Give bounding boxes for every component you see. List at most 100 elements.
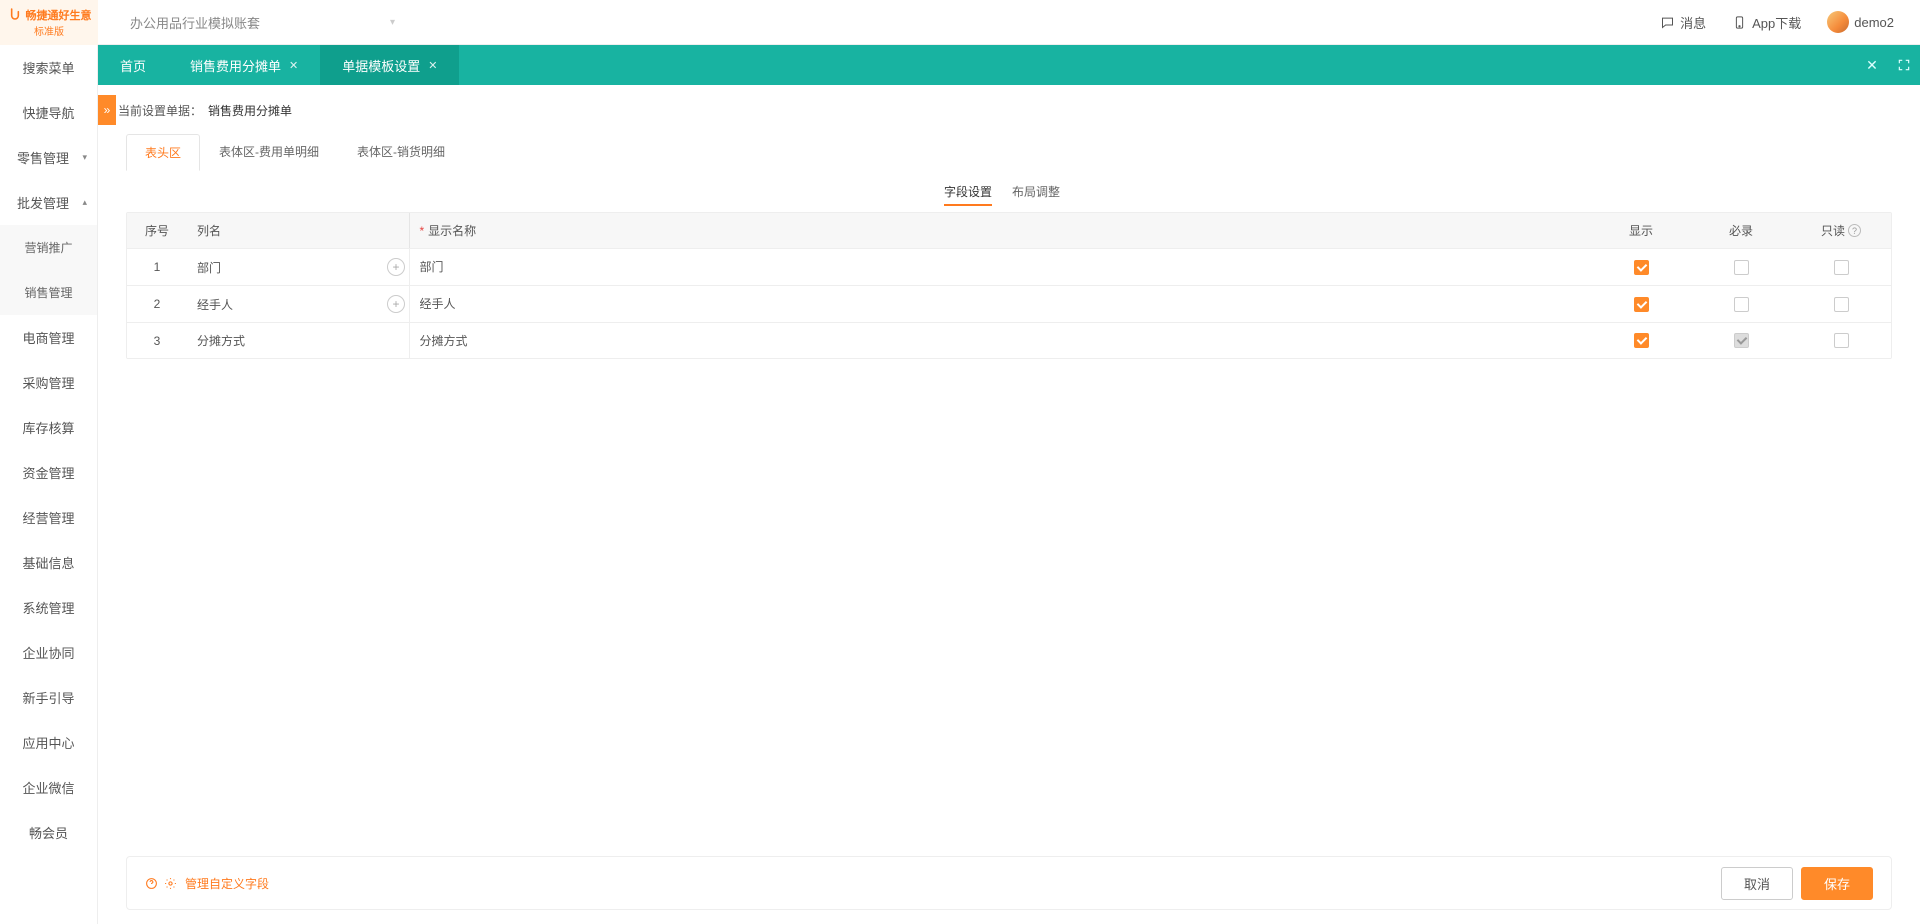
cell-add: + xyxy=(377,286,409,323)
expand-panel-button[interactable]: » xyxy=(98,95,116,125)
th-seq: 序号 xyxy=(127,213,187,249)
display-name-input[interactable] xyxy=(420,260,1582,274)
cell-readonly xyxy=(1791,249,1891,286)
cell-colname: 经手人 xyxy=(187,286,377,323)
close-icon[interactable]: ✕ xyxy=(289,59,298,72)
manage-custom-fields-link[interactable]: 管理自定义字段 xyxy=(185,875,269,892)
cell-show xyxy=(1591,323,1691,359)
brand-box: 畅捷通好生意 标准版 xyxy=(0,0,98,45)
brand-name: 畅捷通好生意 xyxy=(26,7,92,23)
cell-add: + xyxy=(377,249,409,286)
checkbox[interactable] xyxy=(1834,297,1849,312)
cell-readonly xyxy=(1791,323,1891,359)
checkbox[interactable] xyxy=(1734,260,1749,275)
sidebar-item[interactable]: 畅会员 xyxy=(0,810,97,855)
checkbox[interactable] xyxy=(1634,297,1649,312)
sub-tab[interactable]: 布局调整 xyxy=(1012,179,1060,206)
cell-show xyxy=(1591,249,1691,286)
checkbox[interactable] xyxy=(1634,260,1649,275)
inner-tabs: 表头区表体区-费用单明细表体区-销货明细 xyxy=(126,133,1906,171)
app-title-caret-icon[interactable]: ▾ xyxy=(390,17,395,28)
brand-logo-icon xyxy=(7,7,23,23)
tab-label: 首页 xyxy=(120,56,146,75)
sidebar-item[interactable]: 资金管理 xyxy=(0,450,97,495)
help-icon[interactable]: ? xyxy=(1848,224,1861,237)
sidebar-item[interactable]: 批发管理▴ xyxy=(0,180,97,225)
table-row: 3分摊方式 xyxy=(127,323,1891,359)
messages-link[interactable]: 消息 xyxy=(1660,13,1706,32)
checkbox[interactable] xyxy=(1834,333,1849,348)
sidebar-item-label: 采购管理 xyxy=(22,373,74,392)
avatar xyxy=(1827,11,1849,33)
sidebar-item[interactable]: 应用中心 xyxy=(0,720,97,765)
cell-colname: 部门 xyxy=(187,249,377,286)
table-row: 1部门+ xyxy=(127,249,1891,286)
sidebar-item[interactable]: 企业微信 xyxy=(0,765,97,810)
main: 首页 销售费用分摊单✕ 单据模板设置 ✕ ✕ » 当前设置单据： 销售费用分摊单 表头… xyxy=(98,45,1920,924)
display-name-input[interactable] xyxy=(420,333,1582,347)
sidebar-subitem[interactable]: 营销推广 xyxy=(0,225,97,270)
add-custom-field-button[interactable]: + xyxy=(387,258,405,276)
sidebar-item[interactable]: 搜索菜单 xyxy=(0,45,97,90)
sidebar-item-label: 应用中心 xyxy=(22,733,74,752)
tab[interactable]: 单据模板设置 ✕ xyxy=(320,45,459,85)
app-download-label: App下载 xyxy=(1752,13,1801,32)
sidebar-item-label: 搜索菜单 xyxy=(22,58,74,77)
sub-tab[interactable]: 字段设置 xyxy=(944,179,992,206)
sidebar-item[interactable]: 采购管理 xyxy=(0,360,97,405)
th-colname: 列名 xyxy=(187,213,377,249)
sidebar-item[interactable]: 系统管理 xyxy=(0,585,97,630)
th-readonly: 只读? xyxy=(1791,213,1891,249)
sidebar-item[interactable]: 新手引导 xyxy=(0,675,97,720)
sidebar-item-label: 零售管理 xyxy=(17,148,69,167)
th-dispname: *显示名称 xyxy=(409,213,1591,249)
sidebar-item[interactable]: 零售管理▾ xyxy=(0,135,97,180)
app-download-link[interactable]: App下载 xyxy=(1732,13,1801,32)
inner-tab[interactable]: 表头区 xyxy=(126,134,200,171)
sidebar-item[interactable]: 快捷导航 xyxy=(0,90,97,135)
add-custom-field-button[interactable]: + xyxy=(387,295,405,313)
current-setting-bar: » 当前设置单据： 销售费用分摊单 xyxy=(98,95,1906,125)
sidebar-item[interactable]: 基础信息 xyxy=(0,540,97,585)
display-name-input[interactable] xyxy=(420,297,1582,311)
sidebar-subitem[interactable]: 销售管理 xyxy=(0,270,97,315)
cell-colname: 分摊方式 xyxy=(187,323,377,359)
sidebar-item-label: 经营管理 xyxy=(22,508,74,527)
checkbox[interactable] xyxy=(1634,333,1649,348)
sidebar-item-label: 系统管理 xyxy=(22,598,74,617)
cell-dispname xyxy=(409,286,1591,323)
fullscreen-icon[interactable] xyxy=(1888,45,1920,85)
cell-required xyxy=(1691,286,1791,323)
sidebar-item-label: 畅会员 xyxy=(29,823,68,842)
tab-label: 单据模板设置 xyxy=(342,56,420,75)
gear-icon[interactable] xyxy=(164,877,177,890)
save-button[interactable]: 保存 xyxy=(1801,867,1873,900)
sidebar-item[interactable]: 经营管理 xyxy=(0,495,97,540)
checkbox[interactable] xyxy=(1834,260,1849,275)
cell-required xyxy=(1691,323,1791,359)
help-circle-icon[interactable] xyxy=(145,877,158,890)
tab[interactable]: 首页 xyxy=(98,45,168,85)
user-menu[interactable]: demo2 xyxy=(1827,11,1894,33)
app-title[interactable]: 办公用品行业模拟账套 xyxy=(130,13,260,32)
sidebar-item[interactable]: 库存核算 xyxy=(0,405,97,450)
sidebar-item[interactable]: 电商管理 xyxy=(0,315,97,360)
cell-dispname xyxy=(409,323,1591,359)
cell-readonly xyxy=(1791,286,1891,323)
messages-label: 消息 xyxy=(1680,13,1706,32)
sidebar-item-label: 企业协同 xyxy=(22,643,74,662)
phone-icon xyxy=(1732,15,1747,30)
tab-close-all-icon[interactable]: ✕ xyxy=(1856,45,1888,85)
inner-tab[interactable]: 表体区-费用单明细 xyxy=(200,133,338,170)
checkbox[interactable] xyxy=(1734,297,1749,312)
sidebar-item[interactable]: 企业协同 xyxy=(0,630,97,675)
tab[interactable]: 销售费用分摊单✕ xyxy=(168,45,320,85)
cell-seq: 2 xyxy=(127,286,187,323)
close-icon[interactable]: ✕ xyxy=(428,59,437,72)
cancel-button[interactable]: 取消 xyxy=(1721,867,1793,900)
sidebar-item-label: 电商管理 xyxy=(22,328,74,347)
sidebar-item-label: 快捷导航 xyxy=(22,103,74,122)
inner-tab[interactable]: 表体区-销货明细 xyxy=(338,133,464,170)
sidebar-item-label: 批发管理 xyxy=(17,193,69,212)
footer-bar: 管理自定义字段 取消 保存 xyxy=(126,856,1892,910)
